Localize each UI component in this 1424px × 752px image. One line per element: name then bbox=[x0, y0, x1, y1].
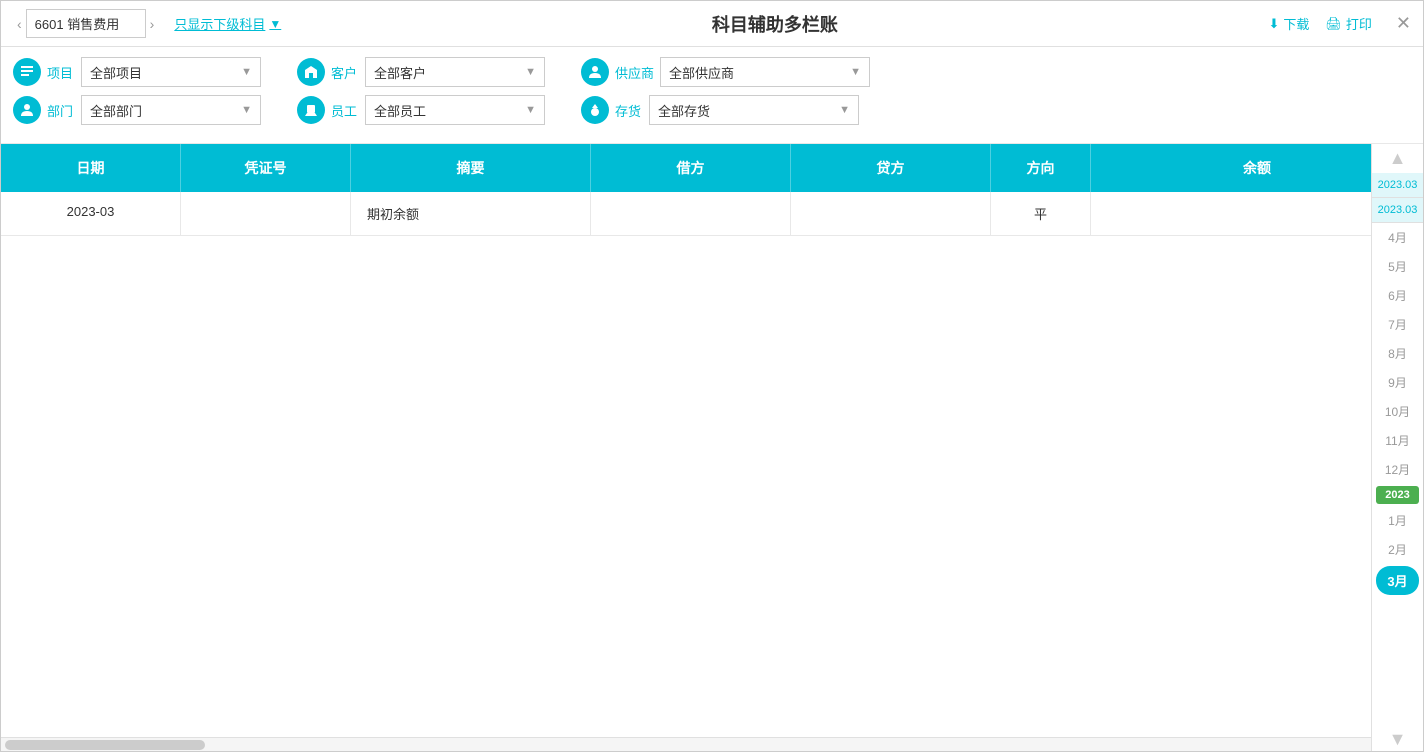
show-sub-label: 只显示下级科目 bbox=[174, 14, 265, 33]
sidebar-month-6[interactable]: 6月 bbox=[1372, 281, 1423, 310]
filter-item-inventory: 存货 全部存货 ▼ bbox=[581, 95, 859, 125]
right-sidebar: ▲ 2023.03 2023.03 4月 5月 6月 7月 8月 9月 10月 … bbox=[1371, 144, 1423, 752]
col-voucher: 凭证号 bbox=[181, 144, 351, 192]
supplier-select[interactable]: 全部供应商 ▼ bbox=[660, 57, 870, 87]
department-label: 部门 bbox=[47, 101, 75, 120]
print-icon: 🖨 bbox=[1325, 16, 1342, 32]
project-value: 全部项目 bbox=[90, 63, 142, 82]
department-value: 全部部门 bbox=[90, 101, 142, 120]
sidebar-month-5[interactable]: 5月 bbox=[1372, 252, 1423, 281]
employee-icon bbox=[297, 96, 325, 124]
customer-select[interactable]: 全部客户 ▼ bbox=[365, 57, 545, 87]
supplier-select-arrow-icon: ▼ bbox=[850, 66, 861, 78]
sidebar-up-arrow[interactable]: ▲ bbox=[1385, 144, 1411, 172]
print-button[interactable]: 🖨 打印 bbox=[1325, 14, 1372, 33]
cell-voucher bbox=[181, 192, 351, 235]
department-select-arrow-icon: ▼ bbox=[241, 104, 252, 116]
filter-item-supplier: 供应商 全部供应商 ▼ bbox=[581, 57, 870, 87]
scroll-thumb[interactable] bbox=[5, 740, 205, 750]
inventory-label: 存货 bbox=[615, 101, 643, 120]
supplier-icon bbox=[581, 58, 609, 86]
col-credit: 贷方 bbox=[791, 144, 991, 192]
download-icon: ⬇ bbox=[1268, 16, 1279, 32]
nav-next-button[interactable]: › bbox=[146, 14, 159, 34]
department-select[interactable]: 全部部门 ▼ bbox=[81, 95, 261, 125]
filter-row-1: 项目 全部项目 ▼ 客户 全部客户 ▼ bbox=[13, 57, 1411, 87]
inventory-select[interactable]: 全部存货 ▼ bbox=[649, 95, 859, 125]
main-content: 日期 凭证号 摘要 借方 贷方 方向 余额 2023-03 期初余额 平 bbox=[1, 144, 1423, 752]
department-icon bbox=[13, 96, 41, 124]
supplier-value: 全部供应商 bbox=[669, 63, 734, 82]
project-select-arrow-icon: ▼ bbox=[241, 66, 252, 78]
cell-credit bbox=[791, 192, 991, 235]
employee-select-arrow-icon: ▼ bbox=[525, 104, 536, 116]
sidebar-month-7[interactable]: 7月 bbox=[1372, 310, 1423, 339]
sidebar-month-11[interactable]: 11月 bbox=[1372, 426, 1423, 455]
table-row: 2023-03 期初余额 平 bbox=[1, 192, 1423, 236]
filter-row-2: 部门 全部部门 ▼ 员工 全部员工 ▼ bbox=[13, 95, 1411, 125]
employee-select[interactable]: 全部员工 ▼ bbox=[365, 95, 545, 125]
filter-area: 项目 全部项目 ▼ 客户 全部客户 ▼ bbox=[1, 47, 1423, 144]
inventory-icon bbox=[581, 96, 609, 124]
cell-direction: 平 bbox=[991, 192, 1091, 235]
inventory-select-arrow-icon: ▼ bbox=[839, 104, 850, 116]
customer-value: 全部客户 bbox=[374, 63, 426, 82]
download-button[interactable]: ⬇ 下载 bbox=[1268, 14, 1309, 33]
supplier-label: 供应商 bbox=[615, 63, 654, 82]
sidebar-period-2[interactable]: 2023.03 bbox=[1372, 198, 1423, 223]
cell-summary: 期初余额 bbox=[351, 192, 591, 235]
filter-item-customer: 客户 全部客户 ▼ bbox=[297, 57, 545, 87]
customer-label: 客户 bbox=[331, 63, 359, 82]
filter-item-project: 项目 全部项目 ▼ bbox=[13, 57, 261, 87]
col-date: 日期 bbox=[1, 144, 181, 192]
project-icon bbox=[13, 58, 41, 86]
show-sub-button[interactable]: 只显示下级科目 ▼ bbox=[174, 14, 281, 33]
sidebar-month-10[interactable]: 10月 bbox=[1372, 397, 1423, 426]
page-title: 科目辅助多栏账 bbox=[281, 11, 1268, 37]
cell-debit bbox=[591, 192, 791, 235]
table-body: 2023-03 期初余额 平 bbox=[1, 192, 1423, 236]
filter-item-department: 部门 全部部门 ▼ bbox=[13, 95, 261, 125]
customer-select-arrow-icon: ▼ bbox=[525, 66, 536, 78]
col-direction: 方向 bbox=[991, 144, 1091, 192]
col-summary: 摘要 bbox=[351, 144, 591, 192]
sidebar-year-badge: 2023 bbox=[1376, 486, 1419, 504]
employee-label: 员工 bbox=[331, 101, 359, 120]
customer-icon bbox=[297, 58, 325, 86]
filter-item-employee: 员工 全部员工 ▼ bbox=[297, 95, 545, 125]
inventory-value: 全部存货 bbox=[658, 101, 710, 120]
project-label: 项目 bbox=[47, 63, 75, 82]
col-debit: 借方 bbox=[591, 144, 791, 192]
sidebar-month-9[interactable]: 9月 bbox=[1372, 368, 1423, 397]
sidebar-month-8[interactable]: 8月 bbox=[1372, 339, 1423, 368]
sidebar-down-arrow[interactable]: ▼ bbox=[1385, 725, 1411, 752]
table-header: 日期 凭证号 摘要 借方 贷方 方向 余额 bbox=[1, 144, 1423, 192]
employee-value: 全部员工 bbox=[374, 101, 426, 120]
cell-date: 2023-03 bbox=[1, 192, 181, 235]
account-code-display: 6601 销售费用 bbox=[26, 9, 146, 38]
sidebar-period-1[interactable]: 2023.03 bbox=[1372, 173, 1423, 198]
horizontal-scrollbar[interactable] bbox=[1, 737, 1371, 751]
nav-prev-button[interactable]: ‹ bbox=[13, 14, 26, 34]
sidebar-month-2[interactable]: 2月 bbox=[1372, 535, 1423, 564]
close-button[interactable]: ✕ bbox=[1396, 13, 1411, 34]
project-select[interactable]: 全部项目 ▼ bbox=[81, 57, 261, 87]
show-sub-arrow-icon: ▼ bbox=[269, 17, 281, 31]
sidebar-month-3-active[interactable]: 3月 bbox=[1376, 566, 1419, 595]
sidebar-month-12[interactable]: 12月 bbox=[1372, 455, 1423, 484]
sidebar-month-4[interactable]: 4月 bbox=[1372, 223, 1423, 252]
sidebar-month-1[interactable]: 1月 bbox=[1372, 506, 1423, 535]
